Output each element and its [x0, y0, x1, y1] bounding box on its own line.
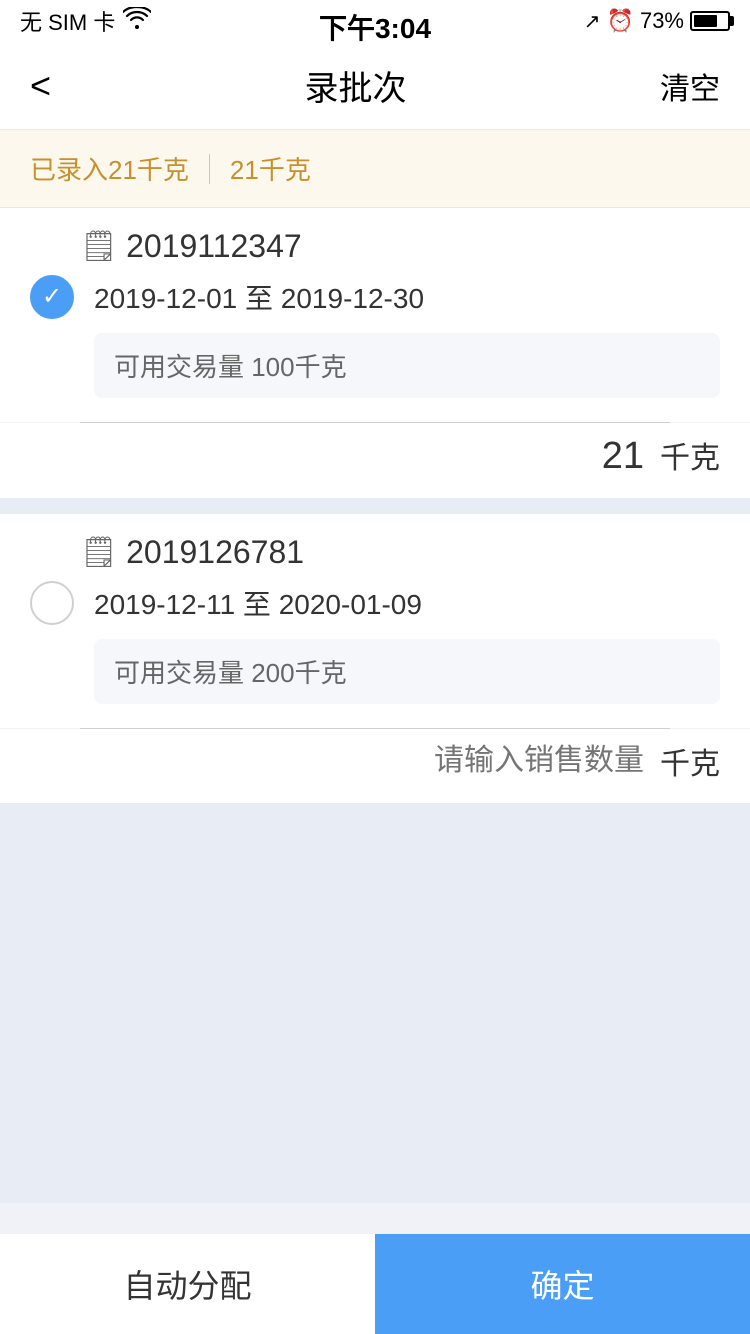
info-divider: [209, 154, 210, 184]
carrier-text: 无 SIM 卡: [20, 5, 115, 37]
auto-distribute-button[interactable]: 自动分配: [0, 1234, 375, 1334]
status-left: 无 SIM 卡: [20, 5, 151, 37]
batch-item-1: 🗒 2019112347 ✓ 2019-12-01 至 2019-12-30 可…: [0, 208, 750, 422]
batch-2-input-row[interactable]: 千克: [0, 729, 750, 803]
batch-2-checkbox[interactable]: [30, 581, 74, 625]
batch-2-id: 2019126781: [126, 534, 304, 571]
batch-1-amount-unit: 千克: [660, 433, 720, 477]
battery-percent: 73%: [640, 8, 684, 34]
batch-1-id: 2019112347: [126, 228, 302, 265]
page-title: 录批次: [305, 61, 407, 110]
batch-1-available: 可用交易量 100千克: [94, 333, 720, 398]
batch-1-header: 🗒 2019112347: [30, 228, 720, 265]
batch-item-2: 🗒 2019126781 2019-12-11 至 2020-01-09 可用交…: [0, 514, 750, 728]
bottom-bar: 自动分配 确定: [0, 1234, 750, 1334]
total-text: 21千克: [230, 150, 311, 187]
checkmark-icon-1: ✓: [42, 285, 62, 309]
alarm-icon: ⏰: [607, 8, 634, 34]
batch-1-row: ✓ 2019-12-01 至 2019-12-30: [30, 275, 720, 319]
batch-2-unit: 千克: [660, 739, 720, 783]
recorded-text: 已录入21千克: [30, 150, 189, 187]
clear-button[interactable]: 清空: [660, 64, 720, 108]
location-icon: ↗: [584, 9, 601, 34]
wifi-icon: [123, 7, 151, 35]
batch-1-amount-row: 21 千克: [0, 423, 750, 498]
status-right: ↗ ⏰ 73%: [584, 8, 730, 34]
doc-icon-1: 🗒: [80, 229, 118, 264]
batch-2-header: 🗒 2019126781: [30, 534, 720, 571]
qty-input-field[interactable]: [344, 744, 644, 778]
back-button[interactable]: <: [30, 65, 51, 107]
status-time: 下午3:04: [319, 7, 431, 47]
batch-2-date: 2019-12-11 至 2020-01-09: [94, 583, 422, 623]
info-banner: 已录入21千克 21千克: [0, 130, 750, 208]
status-bar: 无 SIM 卡 下午3:04 ↗ ⏰ 73%: [0, 0, 750, 42]
batch-1-amount-value: 21: [602, 435, 644, 478]
confirm-button[interactable]: 确定: [375, 1234, 750, 1334]
battery-icon: [690, 11, 730, 31]
batch-2-row: 2019-12-11 至 2020-01-09: [30, 581, 720, 625]
blue-background-area: [0, 803, 750, 1203]
doc-icon-2: 🗒: [80, 535, 118, 570]
batch-separator: [0, 498, 750, 514]
batch-1-date: 2019-12-01 至 2019-12-30: [94, 277, 424, 317]
batch-2-available: 可用交易量 200千克: [94, 639, 720, 704]
nav-bar: < 录批次 清空: [0, 42, 750, 130]
batch-1-checkbox[interactable]: ✓: [30, 275, 74, 319]
